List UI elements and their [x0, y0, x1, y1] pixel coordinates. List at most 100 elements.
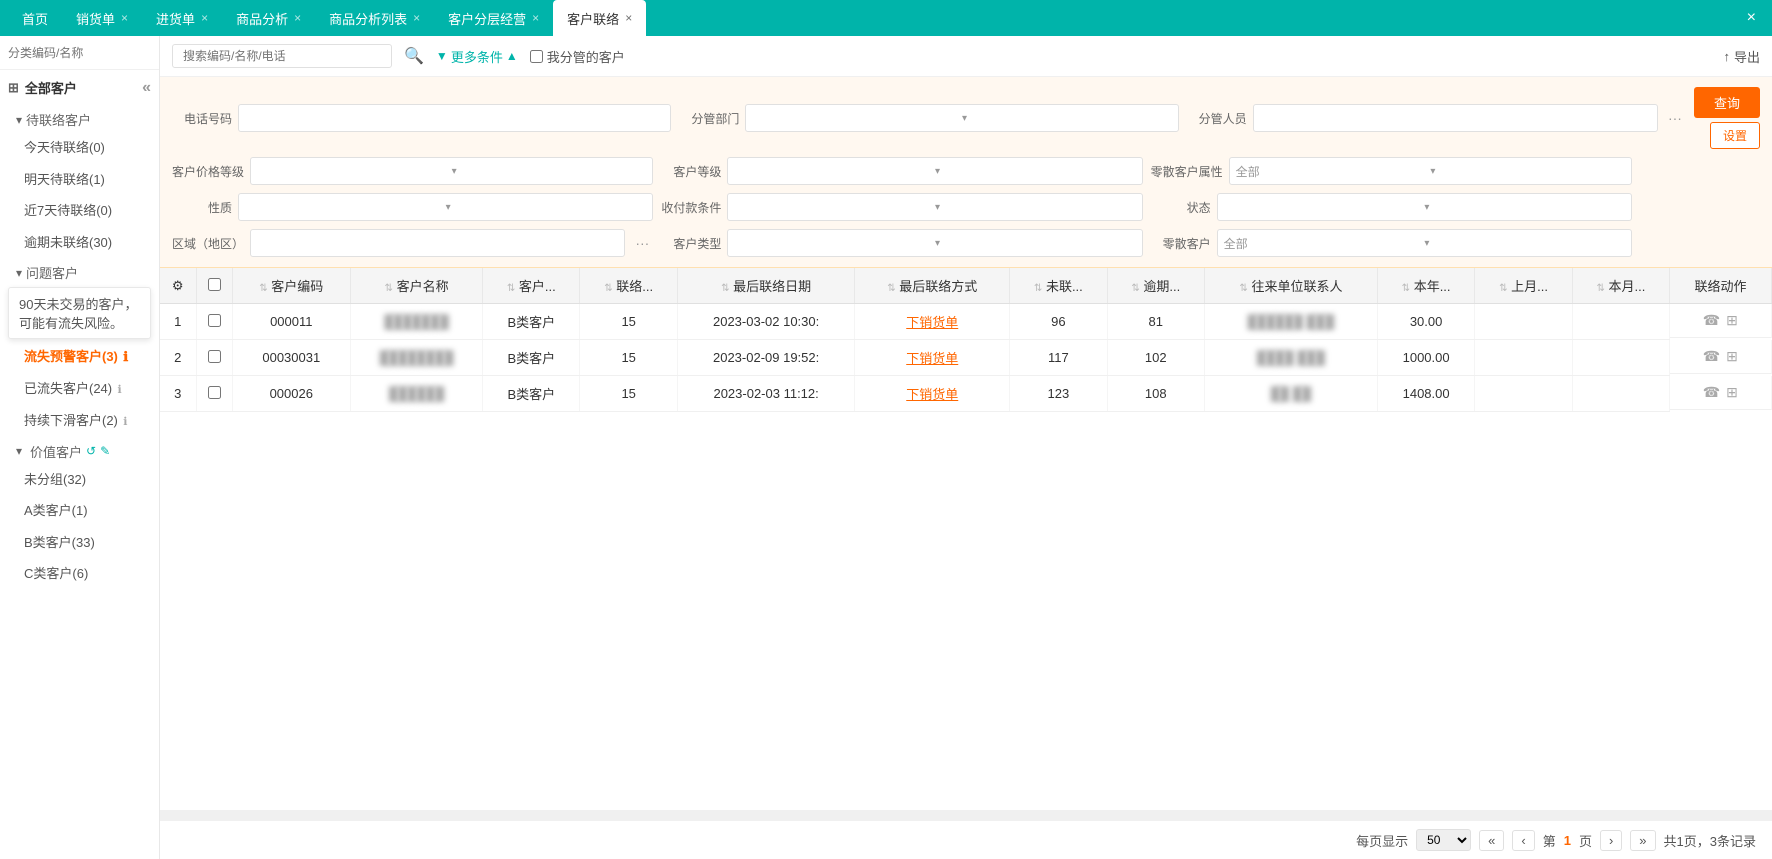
row1-last-date: 2023-03-02 10:30: — [677, 304, 854, 340]
row1-last-method[interactable]: 下销货单 — [855, 304, 1010, 340]
sidebar-item-churn-warning[interactable]: 流失预警客户(3) ℹ — [0, 341, 159, 373]
tab-purchase-order[interactable]: 进货单 × — [142, 0, 222, 36]
row1-action-icon2[interactable]: ⊞ — [1726, 312, 1738, 329]
manager-input[interactable] — [1253, 104, 1658, 132]
region-more-btn[interactable]: ··· — [631, 235, 653, 251]
row3-select-checkbox[interactable] — [208, 386, 221, 399]
prev-page-btn[interactable]: ‹ — [1512, 830, 1534, 851]
tab-product-analysis-list[interactable]: 商品分析列表 × — [315, 0, 434, 36]
value-customer-edit[interactable]: ✎ — [100, 444, 110, 458]
sidebar-section-problem[interactable]: 问题客户 — [0, 258, 159, 285]
close-tab-customer-contact[interactable]: × — [625, 11, 632, 25]
export-button[interactable]: ↑ 导出 — [1723, 47, 1760, 66]
close-window-btn[interactable]: × — [1739, 9, 1764, 27]
select-all-checkbox[interactable] — [208, 278, 221, 291]
row3-action-icon2[interactable]: ⊞ — [1726, 384, 1738, 401]
manager-more-btn[interactable]: ··· — [1664, 110, 1686, 126]
row1-checkbox[interactable] — [196, 304, 232, 340]
tab-sales-order[interactable]: 销货单 × — [62, 0, 142, 36]
sidebar-item-7day-pending[interactable]: 近7天待联络(0) — [0, 195, 159, 227]
query-button[interactable]: 查询 — [1694, 87, 1760, 118]
row3-checkbox[interactable] — [196, 376, 232, 412]
sidebar-item-tomorrow-pending[interactable]: 明天待联络(1) — [0, 164, 159, 196]
tab-customer-tiering[interactable]: 客户分层经营 × — [434, 0, 553, 36]
dept-select[interactable]: ▾ — [745, 104, 1178, 132]
th-contact-count[interactable]: ⇅ 联络... — [580, 268, 677, 304]
row2-action-icon2[interactable]: ⊞ — [1726, 348, 1738, 365]
th-last-contact-method[interactable]: ⇅ 最后联络方式 — [855, 268, 1010, 304]
close-tab-sales-order[interactable]: × — [121, 11, 128, 25]
sidebar-item-c-class[interactable]: C类客户(6) — [0, 558, 159, 590]
row2-action-icon1[interactable]: ☎ — [1703, 348, 1720, 365]
zero-purchase-select[interactable]: 全部 ▾ — [1229, 157, 1632, 185]
th-last-contact-date[interactable]: ⇅ 最后联络日期 — [677, 268, 854, 304]
page-size-select[interactable]: 50 100 200 — [1416, 829, 1471, 851]
sort-icon-method: ⇅ — [887, 283, 895, 294]
th-settings[interactable]: ⚙ — [160, 268, 196, 304]
payment-select[interactable]: ▾ — [727, 193, 1142, 221]
tab-customer-contact[interactable]: 客户联络 × — [553, 0, 646, 36]
row1-action-icon1[interactable]: ☎ — [1703, 312, 1720, 329]
phone-input[interactable] — [238, 104, 671, 132]
search-input[interactable] — [172, 44, 392, 68]
sidebar-item-b-class[interactable]: B类客户(33) — [0, 527, 159, 559]
gender-select[interactable]: ▾ — [238, 193, 653, 221]
th-checkbox[interactable] — [196, 268, 232, 304]
sidebar-section-pending[interactable]: 待联络客户 — [0, 105, 159, 132]
row2-checkbox[interactable] — [196, 340, 232, 376]
sidebar-item-churned[interactable]: 已流失客户(24) ℹ — [0, 373, 159, 405]
all-customers-header[interactable]: ⊞ 全部客户 « — [0, 70, 159, 105]
row2-last-method[interactable]: 下销货单 — [855, 340, 1010, 376]
sidebar-item-ungrouped[interactable]: 未分组(32) — [0, 464, 159, 496]
search-button[interactable]: 🔍 — [404, 46, 424, 66]
sidebar-item-overdue-pending[interactable]: 逾期未联络(30) — [0, 227, 159, 259]
close-tab-purchase-order[interactable]: × — [201, 11, 208, 25]
close-tab-customer-tiering[interactable]: × — [532, 11, 539, 25]
settings-button[interactable]: 设置 — [1710, 122, 1760, 149]
sidebar-item-today-pending[interactable]: 今天待联络(0) — [0, 132, 159, 164]
tab-product-analysis[interactable]: 商品分析 × — [222, 0, 315, 36]
query-btn-group: 查询 设置 — [1694, 87, 1760, 149]
th-last-month[interactable]: ⇅ 上月... — [1475, 268, 1572, 304]
more-conditions-btn[interactable]: ▼ 更多条件 ▲ — [436, 47, 518, 66]
th-customer-type[interactable]: ⇅ 客户... — [483, 268, 580, 304]
row3-last-method[interactable]: 下销货单 — [855, 376, 1010, 412]
sidebar-item-a-class[interactable]: A类客户(1) — [0, 495, 159, 527]
region-input[interactable] — [250, 229, 625, 257]
sidebar-section-value[interactable]: 价值客户 ↺ ✎ — [0, 437, 159, 464]
row2-action[interactable]: ☎ ⊞ — [1670, 340, 1771, 374]
sidebar-search-input[interactable] — [8, 46, 160, 60]
zero-purchase-arrow: ▾ — [1430, 166, 1625, 177]
zero-customer-select[interactable]: 全部 ▾ — [1217, 229, 1632, 257]
price-level-select[interactable]: ▾ — [250, 157, 653, 185]
sidebar-item-declining[interactable]: 持续下滑客户(2) ℹ — [0, 405, 159, 437]
customer-type-select[interactable]: ▾ — [727, 229, 1142, 257]
sidebar-collapse-btn[interactable]: « — [142, 79, 151, 97]
row1-select-checkbox[interactable] — [208, 314, 221, 327]
status-select[interactable]: ▾ — [1217, 193, 1632, 221]
tab-home[interactable]: 首页 — [8, 0, 62, 36]
my-customers-checkbox-area[interactable]: 我分管的客户 — [530, 47, 625, 66]
th-customer-name[interactable]: ⇅ 客户名称 — [351, 268, 483, 304]
th-uncontact-days[interactable]: ⇅ 未联... — [1010, 268, 1107, 304]
next-page-btn[interactable]: › — [1600, 830, 1622, 851]
th-this-month[interactable]: ⇅ 本月... — [1572, 268, 1669, 304]
row3-action-icon1[interactable]: ☎ — [1703, 384, 1720, 401]
customer-level-select[interactable]: ▾ — [727, 157, 1142, 185]
first-page-btn[interactable]: « — [1479, 830, 1504, 851]
th-overdue-days[interactable]: ⇅ 逾期... — [1107, 268, 1204, 304]
th-this-year[interactable]: ⇅ 本年... — [1377, 268, 1474, 304]
value-customer-refresh[interactable]: ↺ — [86, 444, 96, 458]
row2-select-checkbox[interactable] — [208, 350, 221, 363]
row2-last-month — [1475, 340, 1572, 376]
horizontal-scrollbar[interactable] — [160, 810, 1772, 820]
close-tab-product-analysis-list[interactable]: × — [413, 11, 420, 25]
th-customer-code[interactable]: ⇅ 客户编码 — [232, 268, 351, 304]
my-customers-checkbox[interactable] — [530, 50, 543, 63]
th-unit-contact[interactable]: ⇅ 往来单位联系人 — [1204, 268, 1377, 304]
close-tab-product-analysis[interactable]: × — [294, 11, 301, 25]
last-page-btn[interactable]: » — [1630, 830, 1655, 851]
row3-action[interactable]: ☎ ⊞ — [1670, 376, 1771, 410]
row2-name: ████████ — [351, 340, 483, 376]
row1-action[interactable]: ☎ ⊞ — [1670, 304, 1771, 338]
